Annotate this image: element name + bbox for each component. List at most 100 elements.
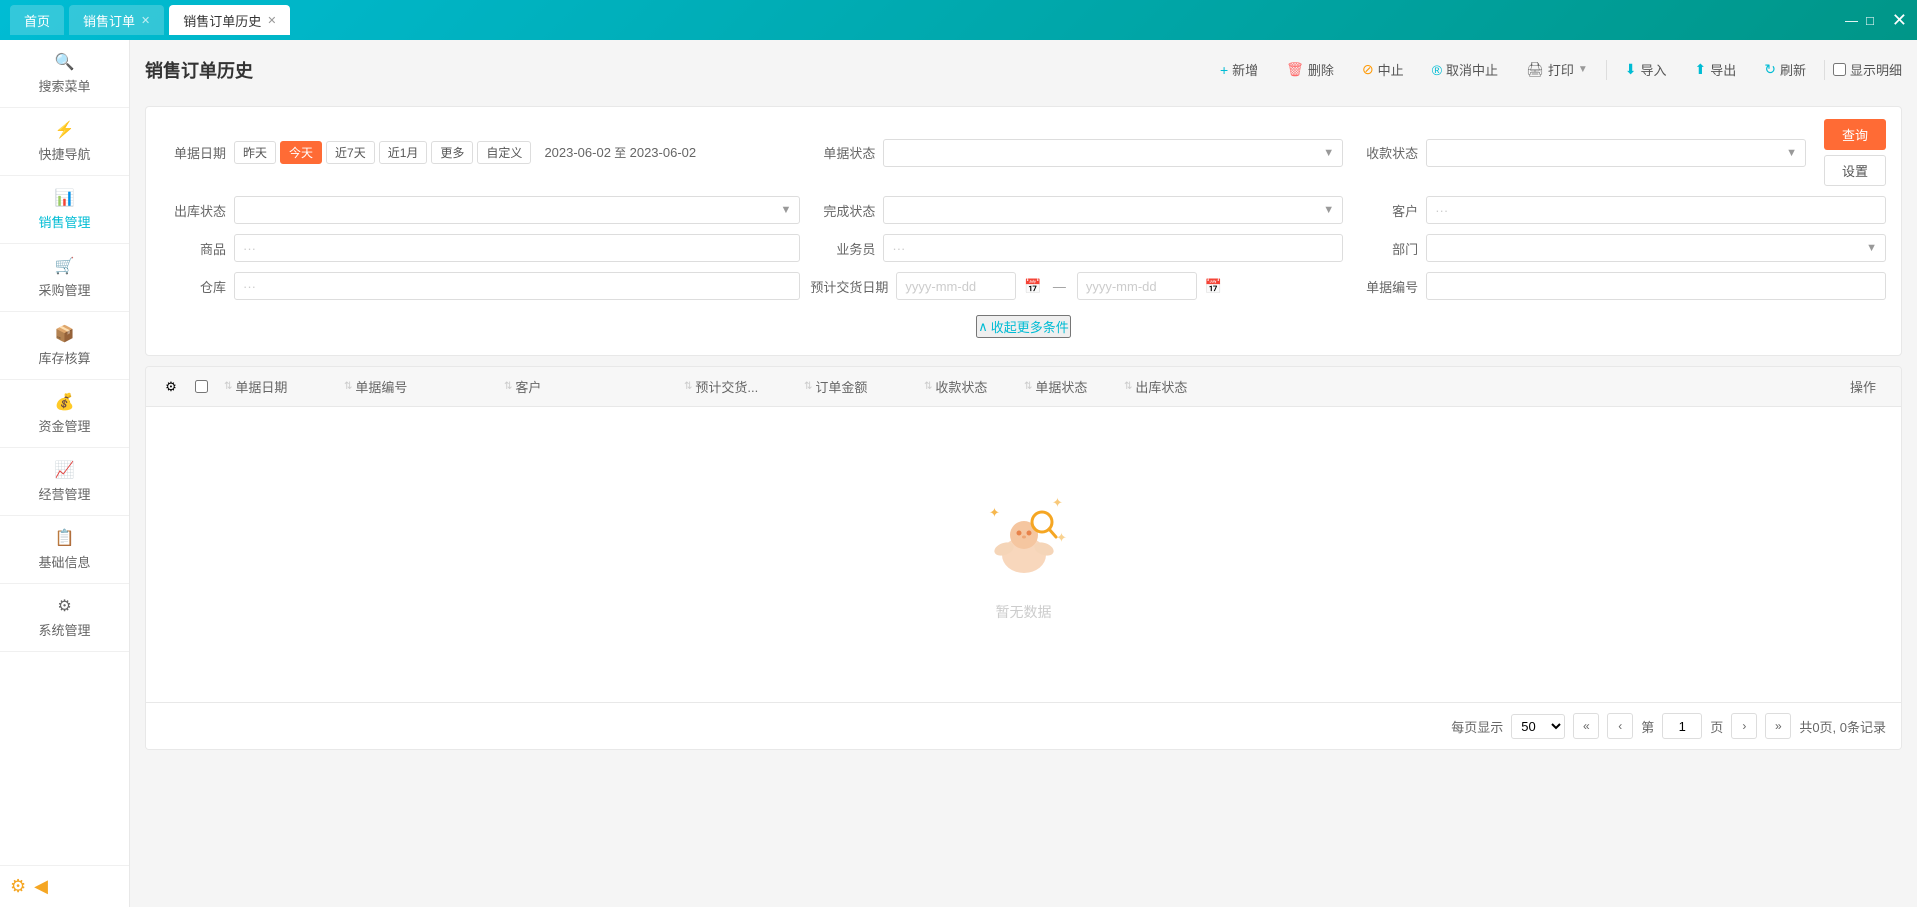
tab-sales-order-close[interactable]: ✕ [141, 14, 150, 27]
th-amount[interactable]: ⇅ 订单金额 [796, 377, 916, 396]
content-area: 销售订单历史 + 新增 🗑 删除 ⊘ 中止 ® 取消中止 [130, 40, 1917, 907]
settings-config-btn[interactable]: 设置 [1824, 155, 1886, 186]
query-btn[interactable]: 查询 [1824, 119, 1886, 150]
print-btn[interactable]: 🖨 打印 ▼ [1516, 55, 1598, 84]
delivery-from-calendar-icon[interactable]: 📅 [1024, 278, 1041, 295]
tab-sales-order-history-close[interactable]: ✕ [267, 14, 276, 27]
date-btn-custom[interactable]: 自定义 [477, 141, 531, 164]
page-number-input[interactable] [1662, 713, 1702, 739]
refresh-btn[interactable]: ↻ 刷新 [1754, 55, 1816, 84]
goods-ellipsis: ··· [243, 241, 256, 256]
select-all-checkbox[interactable] [195, 380, 208, 393]
th-receipt[interactable]: ⇅ 收款状态 [916, 377, 1016, 396]
first-page-btn[interactable]: « [1573, 713, 1599, 739]
th-date[interactable]: ⇅ 单据日期 [216, 377, 336, 396]
display-detail-checkbox-label[interactable]: 显示明细 [1833, 60, 1902, 79]
complete-status-label: 完成状态 [810, 201, 875, 220]
out-status-select[interactable]: ▼ [234, 196, 800, 224]
refresh-icon: ↻ [1764, 61, 1776, 78]
th-doc-status-label: 单据状态 [1035, 377, 1087, 396]
date-btn-yesterday[interactable]: 昨天 [234, 141, 276, 164]
sort-icon-receipt: ⇅ [924, 381, 932, 392]
total-records: 共0页, 0条记录 [1799, 717, 1886, 736]
goods-input[interactable]: ··· [234, 234, 800, 262]
sidebar-item-operation[interactable]: 📈 经营管理 [0, 448, 129, 516]
empty-state: ✦ ✦ ✦ 暂无数据 [146, 407, 1901, 702]
warehouse-input[interactable]: ··· [234, 272, 800, 300]
doc-status-select[interactable]: ▼ [883, 139, 1343, 167]
sidebar-item-base-info[interactable]: 📋 基础信息 [0, 516, 129, 584]
stop-btn[interactable]: ⊘ 中止 [1352, 55, 1414, 84]
per-page-select[interactable]: 10 20 50 100 [1511, 714, 1565, 739]
sort-icon-doc-status: ⇅ [1024, 381, 1032, 392]
customer-ellipsis: ··· [1435, 203, 1448, 218]
date-btn-more[interactable]: 更多 [431, 141, 473, 164]
sidebar-item-inventory[interactable]: 📦 库存核算 [0, 312, 129, 380]
th-operate-label: 操作 [1850, 377, 1876, 396]
new-icon: + [1220, 62, 1228, 78]
main-layout: 🔍 搜索菜单 ⚡ 快捷导航 📊 销售管理 🛒 采购管理 📦 库存核算 💰 资金管… [0, 40, 1917, 907]
search-menu-icon: 🔍 [55, 52, 75, 72]
receipt-status-select[interactable]: ▼ [1426, 139, 1806, 167]
sys-mgmt-icon: ⚙ [55, 596, 75, 616]
collapse-btn[interactable]: ∧ 收起更多条件 [976, 315, 1071, 338]
collapse-btn-label: 收起更多条件 [991, 317, 1069, 336]
date-range-display: 2023-06-02 至 2023-06-02 [544, 144, 696, 161]
sidebar-item-quick-nav[interactable]: ⚡ 快捷导航 [0, 108, 129, 176]
sidebar-item-search-menu[interactable]: 🔍 搜索菜单 [0, 40, 129, 108]
minimize-btn[interactable]: — [1845, 13, 1858, 28]
display-detail-checkbox[interactable] [1833, 63, 1846, 76]
settings-gear-icon[interactable]: ⚙ [165, 379, 177, 395]
per-page-label: 每页显示 [1451, 717, 1503, 736]
dept-select[interactable]: ▼ [1426, 234, 1886, 262]
goods-label: 商品 [161, 239, 226, 258]
sidebar-toggle-icon[interactable]: ◀ [34, 876, 48, 897]
customer-label: 客户 [1353, 201, 1418, 220]
date-btn-today[interactable]: 今天 [280, 141, 322, 164]
date-btn-1month[interactable]: 近1月 [379, 141, 428, 164]
export-btn[interactable]: ⬆ 导出 [1684, 55, 1746, 84]
page-label-post: 页 [1710, 717, 1723, 736]
next-page-btn[interactable]: › [1731, 713, 1757, 739]
sidebar-settings-icon[interactable]: ⚙ [10, 876, 26, 897]
customer-input[interactable]: ··· [1426, 196, 1886, 224]
delivery-date-from-input[interactable]: yyyy-mm-dd [896, 272, 1016, 300]
sidebar: 🔍 搜索菜单 ⚡ 快捷导航 📊 销售管理 🛒 采购管理 📦 库存核算 💰 资金管… [0, 40, 130, 907]
import-icon: ⬇ [1625, 61, 1637, 78]
prev-page-btn[interactable]: ‹ [1607, 713, 1633, 739]
th-settings[interactable]: ⚙ [156, 379, 186, 395]
doc-no-input[interactable] [1426, 272, 1886, 300]
sidebar-item-sales-mgmt[interactable]: 📊 销售管理 [0, 176, 129, 244]
delete-btn[interactable]: 🗑 删除 [1276, 55, 1344, 84]
maximize-btn[interactable]: □ [1866, 13, 1874, 28]
th-doc-no[interactable]: ⇅ 单据编号 [336, 377, 496, 396]
sidebar-item-purchase-mgmt-label: 采购管理 [38, 280, 90, 299]
sidebar-item-finance[interactable]: 💰 资金管理 [0, 380, 129, 448]
tab-home[interactable]: 首页 [10, 5, 64, 35]
date-btn-7days[interactable]: 近7天 [326, 141, 375, 164]
filter-row-3: 商品 ··· 业务员 ··· 部门 ▼ [161, 234, 1886, 262]
th-customer[interactable]: ⇅ 客户 [496, 377, 676, 396]
th-out-status[interactable]: ⇅ 出库状态 [1116, 377, 1236, 396]
svg-text:✦: ✦ [1056, 530, 1067, 545]
complete-status-select[interactable]: ▼ [883, 196, 1343, 224]
tab-sales-order[interactable]: 销售订单 ✕ [69, 5, 164, 35]
sidebar-item-purchase-mgmt[interactable]: 🛒 采购管理 [0, 244, 129, 312]
th-doc-status[interactable]: ⇅ 单据状态 [1016, 377, 1116, 396]
cancel-stop-btn[interactable]: ® 取消中止 [1422, 55, 1508, 84]
stop-btn-label: 中止 [1378, 60, 1404, 79]
page-title: 销售订单历史 [145, 57, 253, 83]
import-btn[interactable]: ⬇ 导入 [1615, 55, 1677, 84]
window-close-btn[interactable]: ✕ [1892, 10, 1907, 31]
out-status-label: 出库状态 [161, 201, 226, 220]
th-delivery[interactable]: ⇅ 预计交货... [676, 377, 796, 396]
tab-sales-order-history[interactable]: 销售订单历史 ✕ [169, 5, 290, 35]
th-checkbox[interactable] [186, 380, 216, 393]
complete-status-arrow-icon: ▼ [1323, 204, 1334, 216]
salesman-input[interactable]: ··· [883, 234, 1343, 262]
new-btn[interactable]: + 新增 [1210, 55, 1268, 84]
delivery-date-to-input[interactable]: yyyy-mm-dd [1077, 272, 1197, 300]
last-page-btn[interactable]: » [1765, 713, 1791, 739]
sidebar-item-sys-mgmt[interactable]: ⚙ 系统管理 [0, 584, 129, 652]
delivery-to-calendar-icon[interactable]: 📅 [1205, 278, 1222, 295]
